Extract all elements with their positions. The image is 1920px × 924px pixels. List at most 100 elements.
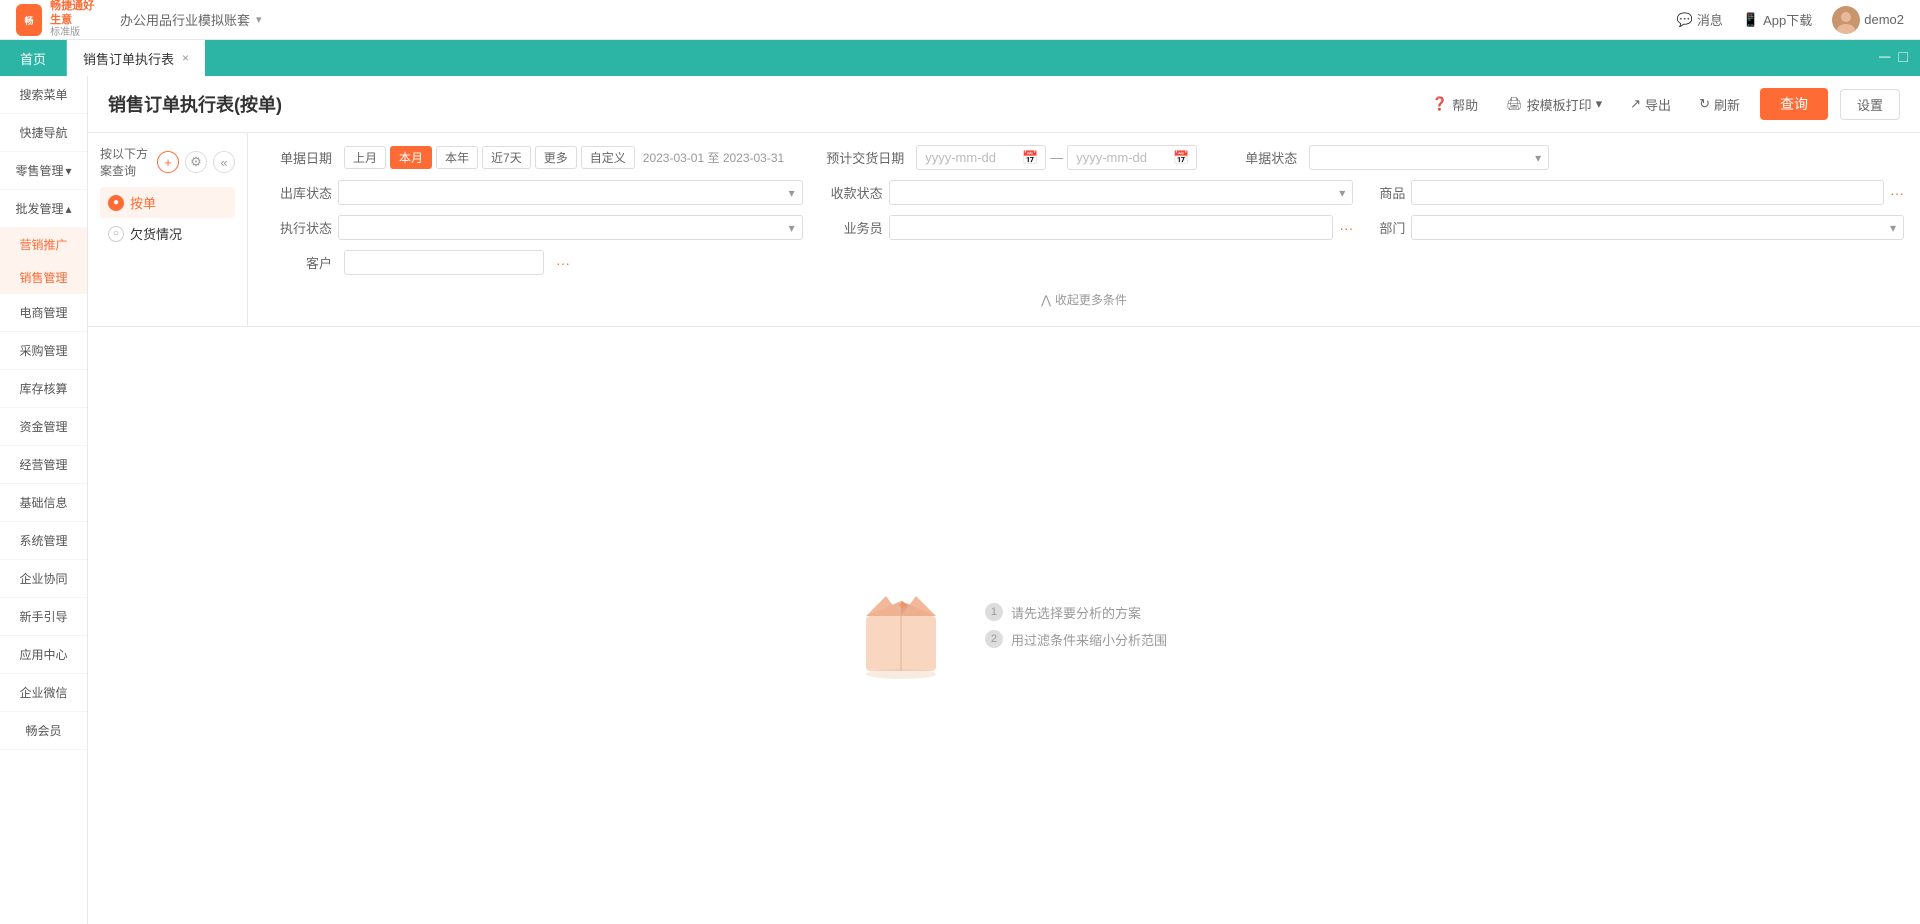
nav-dropdown-icon[interactable]: ▾ bbox=[256, 13, 262, 26]
scheme-inactive-icon: ○ bbox=[108, 226, 124, 242]
tab-close-btn[interactable]: × bbox=[182, 51, 189, 65]
sidebar-section-sales[interactable]: 销售管理 bbox=[0, 261, 87, 294]
sidebar-item-basic[interactable]: 基础信息 bbox=[0, 484, 87, 522]
payment-status-wrapper bbox=[889, 180, 1354, 205]
collapse-bar[interactable]: ⋀ 收起更多条件 bbox=[264, 285, 1904, 314]
salesman-input[interactable] bbox=[889, 215, 1334, 240]
tab-bar: 首页 销售订单执行表 × ─ □ bbox=[0, 40, 1920, 76]
status-select[interactable] bbox=[1309, 145, 1549, 170]
sidebar-item-search[interactable]: 搜索菜单 bbox=[0, 76, 87, 114]
content-area: 销售订单执行表(按单) ❓ 帮助 🖨 按模板打印 ▾ ↗ 导出 ↻ 刷新 bbox=[88, 76, 1920, 924]
page-title: 销售订单执行表(按单) bbox=[108, 91, 282, 129]
sidebar-item-member[interactable]: 畅会员 bbox=[0, 712, 87, 750]
scheme-item-order[interactable]: ● 按单 bbox=[100, 187, 235, 218]
sidebar-item-inventory[interactable]: 库存核算 bbox=[0, 370, 87, 408]
user-menu[interactable]: demo2 bbox=[1832, 6, 1904, 34]
exec-status-cell: 执行状态 bbox=[264, 215, 803, 240]
export-icon: ↗ bbox=[1630, 96, 1641, 112]
date-input-group: 📅 — 📅 bbox=[916, 145, 1197, 170]
scheme-active-icon: ● bbox=[108, 195, 124, 211]
tab-home[interactable]: 首页 bbox=[0, 40, 67, 76]
salesman-ellipsis-btn[interactable]: ··· bbox=[1339, 220, 1353, 236]
customer-ellipsis-btn[interactable]: ··· bbox=[556, 255, 570, 271]
date-btn-last-month[interactable]: 上月 bbox=[344, 146, 386, 169]
exec-status-label: 执行状态 bbox=[264, 218, 332, 237]
step2-num: 2 bbox=[985, 630, 1003, 648]
empty-text: 1 请先选择要分析的方案 2 用过滤条件来缩小分析范围 bbox=[985, 603, 1167, 649]
maximize-btn[interactable]: □ bbox=[1898, 50, 1908, 66]
payment-status-label: 收款状态 bbox=[815, 183, 883, 202]
filter-panel: 按以下方案查询 + ⚙ « ● 按单 ○ 欠货情况 bbox=[88, 133, 1920, 326]
minimize-btn[interactable]: ─ bbox=[1879, 50, 1890, 66]
date-btn-7days[interactable]: 近7天 bbox=[482, 146, 531, 169]
delivery-status-label: 出库状态 bbox=[264, 183, 332, 202]
sidebar-item-wholesale[interactable]: 批发管理 ▴ bbox=[0, 190, 87, 228]
sidebar-section-marketing[interactable]: 营销推广 bbox=[0, 228, 87, 261]
date-btn-custom[interactable]: 自定义 bbox=[581, 146, 635, 169]
goods-label: 商品 bbox=[1365, 183, 1405, 202]
date-start-wrapper: 📅 bbox=[916, 145, 1046, 170]
collapse-panel-btn[interactable]: « bbox=[213, 151, 235, 173]
message-icon: 💬 bbox=[1677, 12, 1693, 28]
delivery-status-select[interactable] bbox=[338, 180, 803, 205]
date-btn-this-month[interactable]: 本月 bbox=[390, 146, 432, 169]
app-download-btn[interactable]: 📱 App下载 bbox=[1743, 10, 1812, 29]
top-right-actions: 💬 消息 📱 App下载 demo2 bbox=[1677, 6, 1904, 34]
sidebar-item-system[interactable]: 系统管理 bbox=[0, 522, 87, 560]
nav-title: 办公用品行业模拟账套 ▾ bbox=[104, 10, 1677, 29]
sidebar-item-purchase[interactable]: 采购管理 bbox=[0, 332, 87, 370]
sidebar-item-wechat[interactable]: 企业微信 bbox=[0, 674, 87, 712]
print-btn[interactable]: 🖨 按模板打印 ▾ bbox=[1498, 91, 1610, 118]
sidebar-item-operations[interactable]: 经营管理 bbox=[0, 446, 87, 484]
panel-header: 按以下方案查询 + ⚙ « bbox=[100, 145, 235, 179]
filter-row-3: 执行状态 业务员 ··· 部门 bbox=[264, 215, 1904, 240]
goods-ellipsis-btn[interactable]: ··· bbox=[1890, 185, 1904, 201]
payment-status-cell: 收款状态 bbox=[815, 180, 1354, 205]
dept-wrapper bbox=[1411, 215, 1904, 240]
scheme-item-shortage[interactable]: ○ 欠货情况 bbox=[100, 218, 235, 249]
download-icon: 📱 bbox=[1743, 12, 1759, 28]
sidebar-item-quick-nav[interactable]: 快捷导航 bbox=[0, 114, 87, 152]
export-btn[interactable]: ↗ 导出 bbox=[1622, 91, 1679, 118]
settings-btn[interactable]: 设置 bbox=[1840, 89, 1900, 120]
sidebar-item-apps[interactable]: 应用中心 bbox=[0, 636, 87, 674]
sidebar-item-finance[interactable]: 资金管理 bbox=[0, 408, 87, 446]
dept-cell: 部门 bbox=[1365, 215, 1904, 240]
date-btn-this-year[interactable]: 本年 bbox=[436, 146, 478, 169]
customer-input[interactable] bbox=[344, 250, 544, 275]
add-scheme-btn[interactable]: + bbox=[157, 151, 179, 173]
salesman-label: 业务员 bbox=[815, 218, 883, 237]
sidebar-item-newbie[interactable]: 新手引导 bbox=[0, 598, 87, 636]
cal-end-icon: 📅 bbox=[1173, 150, 1189, 166]
sidebar-item-retail[interactable]: 零售管理 ▾ bbox=[0, 152, 87, 190]
goods-cell: 商品 ··· bbox=[1365, 180, 1904, 205]
exec-status-select[interactable] bbox=[338, 215, 803, 240]
page-header: 销售订单执行表(按单) ❓ 帮助 🖨 按模板打印 ▾ ↗ 导出 ↻ 刷新 bbox=[88, 76, 1920, 133]
message-btn[interactable]: 💬 消息 bbox=[1677, 10, 1723, 29]
date-btn-more[interactable]: 更多 bbox=[535, 146, 577, 169]
dept-select[interactable] bbox=[1411, 215, 1904, 240]
payment-status-select[interactable] bbox=[889, 180, 1354, 205]
tab-active[interactable]: 销售订单执行表 × bbox=[67, 40, 205, 76]
panel-header-actions: + ⚙ « bbox=[157, 151, 235, 173]
date-end-wrapper: 📅 bbox=[1067, 145, 1197, 170]
filter-row-1: 单据日期 上月 本月 本年 近7天 更多 自定义 2023-03-01 至 20… bbox=[264, 145, 1904, 170]
svg-text:畅: 畅 bbox=[25, 15, 34, 26]
refresh-icon: ↻ bbox=[1699, 96, 1710, 112]
expected-date-label: 预计交货日期 bbox=[816, 148, 904, 167]
step1-num: 1 bbox=[985, 603, 1003, 621]
avatar bbox=[1832, 6, 1860, 34]
help-btn[interactable]: ❓ 帮助 bbox=[1424, 91, 1486, 118]
goods-input[interactable] bbox=[1411, 180, 1884, 205]
settings-scheme-btn[interactable]: ⚙ bbox=[185, 151, 207, 173]
filter-row-2: 出库状态 收款状态 bbox=[264, 180, 1904, 205]
sidebar-item-enterprise[interactable]: 企业协同 bbox=[0, 560, 87, 598]
query-btn[interactable]: 查询 bbox=[1760, 88, 1828, 120]
right-filter-area: 单据日期 上月 本月 本年 近7天 更多 自定义 2023-03-01 至 20… bbox=[248, 133, 1920, 326]
logo-text: 畅捷通好生意 标准版 bbox=[50, 0, 104, 38]
delivery-status-wrapper bbox=[338, 180, 803, 205]
sidebar-item-ecommerce[interactable]: 电商管理 bbox=[0, 294, 87, 332]
date-range-text: 2023-03-01 至 2023-03-31 bbox=[643, 149, 784, 166]
refresh-btn[interactable]: ↻ 刷新 bbox=[1691, 91, 1748, 118]
date-filter-btns: 上月 本月 本年 近7天 更多 自定义 2023-03-01 至 2023-03… bbox=[344, 146, 784, 169]
